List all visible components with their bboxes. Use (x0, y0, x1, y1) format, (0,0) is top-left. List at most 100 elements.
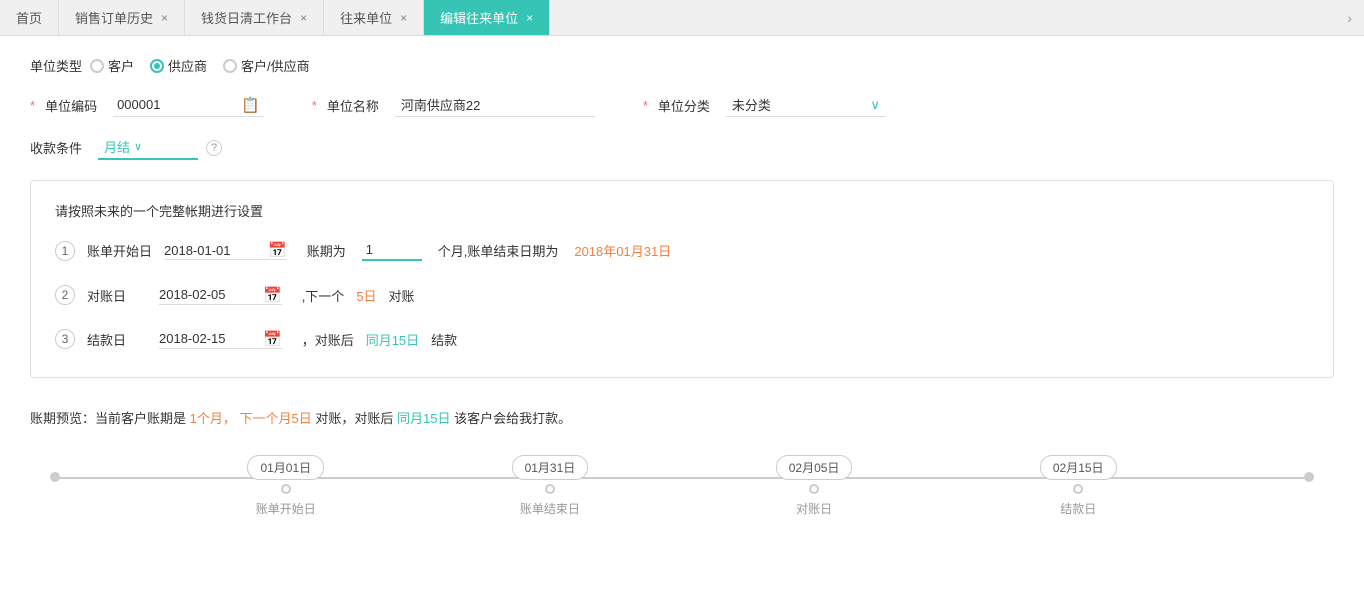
settings-title: 请按照未来的一个完整帐期进行设置 (55, 201, 1309, 220)
date-input-3: 📅 (159, 330, 282, 349)
settings-box: 请按照未来的一个完整帐期进行设置 1 账单开始日 📅 账期为 个月,账单结束日期… (30, 180, 1334, 378)
timeline-point-2: 01月31日 账单结束日 (512, 455, 589, 517)
payment-date-input[interactable] (159, 331, 259, 346)
unit-class-required: * (643, 98, 648, 113)
settings-row-3: 3 结款日 📅 ，对账后 同月15日 结款 (55, 329, 1309, 349)
tab-cash-work[interactable]: 钱货日清工作台 × (185, 0, 324, 35)
reconcile-post: 对账 (389, 286, 415, 305)
main-content: 单位类型 客户 供应商 客户/供应商 * 单位编码 📋 * 单位名称 (0, 36, 1364, 608)
timeline-points: 01月01日 账单开始日 01月31日 账单结束日 02月05日 (50, 455, 1314, 517)
tab-edit-partner[interactable]: 编辑往来单位 × (424, 0, 550, 35)
reconcile-date-input[interactable] (159, 287, 259, 302)
radio-customer-circle (90, 59, 104, 73)
preview-part2: 下一个月5日 (240, 411, 312, 426)
payment-highlight: 同月15日 (366, 330, 419, 349)
help-icon[interactable]: ? (206, 140, 222, 156)
radio-supplier-label: 供应商 (168, 56, 207, 75)
settings-row-2: 2 对账日 📅 ,下一个 5日 对账 (55, 285, 1309, 305)
period-prefix: 账期为 (307, 241, 346, 260)
timeline-start (50, 455, 60, 482)
period-suffix: 个月,账单结束日期为 (438, 241, 559, 260)
preview-end: 该客户会给我打款。 (454, 411, 571, 426)
preview-label: 账期预览：当前客户账期是 (30, 411, 186, 426)
unit-code-required: * (30, 98, 35, 113)
row-label-1: 账单开始日 (87, 241, 152, 260)
timeline-badge-2: 01月31日 (512, 455, 589, 480)
unit-class-select[interactable]: 未分类 ∨ (726, 93, 886, 117)
tab-home[interactable]: 首页 (0, 0, 59, 35)
preview-part3: 同月15日 (397, 411, 450, 426)
radio-supplier-circle (150, 59, 164, 73)
preview-text: 账期预览：当前客户账期是 1个月， 下一个月5日 对账，对账后 同月15日 该客… (30, 408, 1334, 427)
reconcile-date-calendar-icon[interactable]: 📅 (263, 286, 282, 304)
unit-class-value: 未分类 (732, 95, 870, 114)
radio-both[interactable]: 客户/供应商 (223, 56, 310, 75)
period-input[interactable] (362, 240, 422, 261)
unit-name-label: 单位名称 (327, 96, 379, 115)
timeline-label-4: 结款日 (1060, 500, 1096, 517)
timeline-dot-1 (281, 484, 291, 494)
unit-name-input[interactable] (395, 93, 595, 117)
start-date-input[interactable] (164, 243, 264, 258)
timeline-label-3: 对账日 (796, 500, 832, 517)
preview-mid: 对账，对账后 (315, 411, 393, 426)
tab-cash-work-close[interactable]: × (300, 11, 307, 25)
start-date-calendar-icon[interactable]: 📅 (268, 241, 287, 259)
row-num-2: 2 (55, 285, 75, 305)
timeline-label-1: 账单开始日 (256, 500, 316, 517)
timeline-label-2: 账单结束日 (520, 500, 580, 517)
payment-post: 结款 (431, 330, 457, 349)
payment-select[interactable]: 月结 ∨ (98, 135, 198, 160)
timeline-start-dot (50, 472, 60, 482)
date-input-2: 📅 (159, 286, 282, 305)
radio-supplier[interactable]: 供应商 (150, 56, 207, 75)
timeline-badge-4: 02月15日 (1040, 455, 1117, 480)
unit-type-label: 单位类型 (30, 56, 82, 75)
timeline-point-3: 02月05日 对账日 (776, 455, 853, 517)
timeline-badge-3: 02月05日 (776, 455, 853, 480)
row-label-3: 结款日 (87, 330, 147, 349)
tab-edit-partner-label: 编辑往来单位 (440, 8, 518, 27)
unit-code-input[interactable] (117, 97, 237, 112)
unit-code-calendar-icon[interactable]: 📋 (241, 96, 260, 114)
row-num-3: 3 (55, 329, 75, 349)
unit-class-arrow-icon: ∨ (870, 97, 880, 113)
timeline-point-1: 01月01日 账单开始日 (247, 455, 324, 517)
tab-partner-label: 往来单位 (340, 8, 392, 27)
row-label-2: 对账日 (87, 286, 147, 305)
timeline-end (1304, 455, 1314, 482)
timeline-dot-3 (809, 484, 819, 494)
unit-code-label: 单位编码 (45, 96, 97, 115)
payment-label: 收款条件 (30, 138, 82, 157)
timeline-dot-4 (1073, 484, 1083, 494)
settings-row-1: 1 账单开始日 📅 账期为 个月,账单结束日期为 2018年01月31日 (55, 240, 1309, 261)
tab-partner[interactable]: 往来单位 × (324, 0, 424, 35)
unit-type-radio-group: 客户 供应商 客户/供应商 (90, 56, 310, 75)
payment-row: 收款条件 月结 ∨ ? (30, 135, 1334, 160)
reconcile-pre: ,下一个 (302, 286, 345, 305)
unit-info-row: * 单位编码 📋 * 单位名称 * 单位分类 未分类 ∨ (30, 93, 1334, 117)
unit-code-input-group: 📋 (113, 94, 264, 117)
unit-type-row: 单位类型 客户 供应商 客户/供应商 (30, 56, 1334, 75)
bill-end-date: 2018年01月31日 (574, 241, 671, 260)
unit-class-label: 单位分类 (658, 96, 710, 115)
row-num-1: 1 (55, 241, 75, 261)
payment-value: 月结 (104, 137, 130, 156)
timeline-end-dot (1304, 472, 1314, 482)
tab-sales-history-close[interactable]: × (161, 11, 168, 25)
radio-both-label: 客户/供应商 (241, 56, 310, 75)
tab-edit-partner-close[interactable]: × (526, 11, 533, 25)
tab-cash-work-label: 钱货日清工作台 (201, 8, 292, 27)
tab-sales-history[interactable]: 销售订单历史 × (59, 0, 185, 35)
tab-more-arrow[interactable]: › (1335, 0, 1364, 35)
timeline-dot-2 (545, 484, 555, 494)
tab-sales-history-label: 销售订单历史 (75, 8, 153, 27)
tab-partner-close[interactable]: × (400, 11, 407, 25)
radio-customer[interactable]: 客户 (90, 56, 134, 75)
payment-pre: ，对账后 (302, 330, 354, 349)
payment-date-calendar-icon[interactable]: 📅 (263, 330, 282, 348)
timeline-point-4: 02月15日 结款日 (1040, 455, 1117, 517)
preview-section: 账期预览：当前客户账期是 1个月， 下一个月5日 对账，对账后 同月15日 该客… (30, 398, 1334, 527)
radio-both-circle (223, 59, 237, 73)
tab-home-label: 首页 (16, 8, 42, 27)
